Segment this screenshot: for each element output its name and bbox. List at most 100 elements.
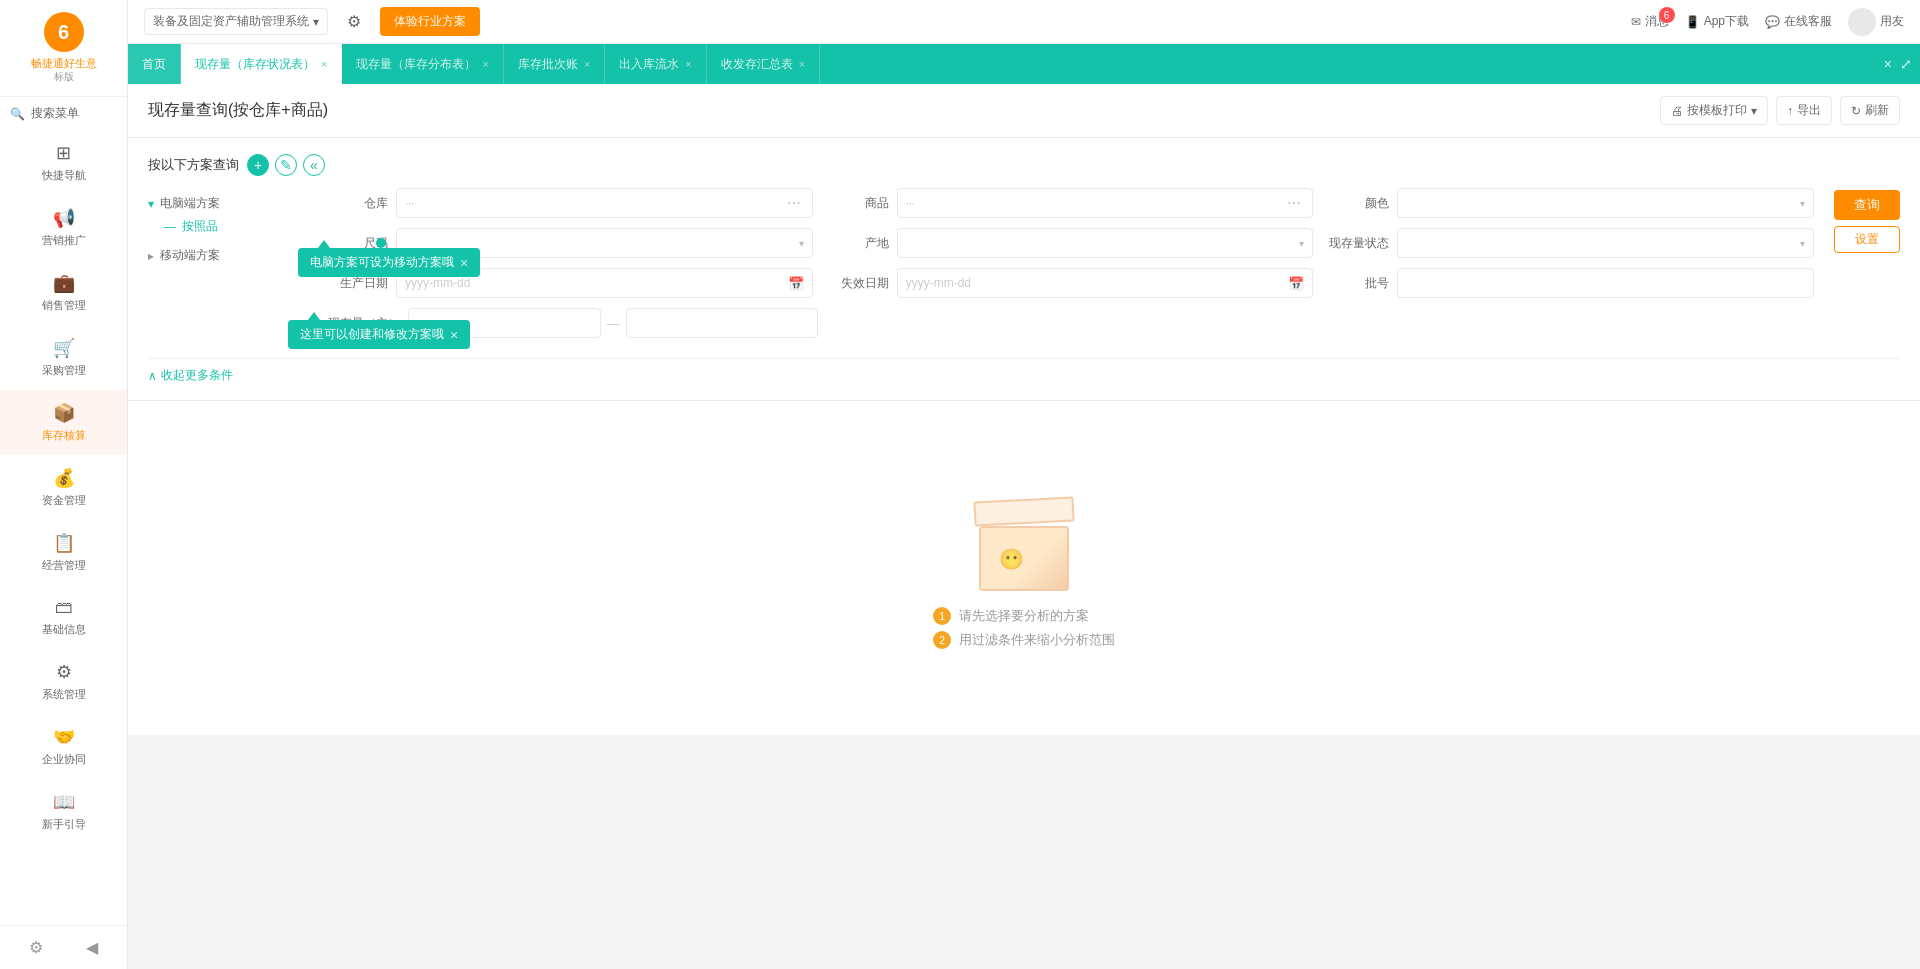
close-all-tabs-btn[interactable]: × <box>1884 56 1892 72</box>
search-btn[interactable]: 查询 <box>1834 190 1900 220</box>
system-selector[interactable]: 装备及固定资产辅助管理系统 ▾ <box>144 8 328 35</box>
sidebar-item-enterprise[interactable]: 🤝 企业协同 <box>0 714 127 779</box>
tab-batch-account[interactable]: 库存批次账 × <box>504 44 605 84</box>
stock-status-input[interactable]: ▾ <box>1397 228 1814 258</box>
collapse-bar: ∧ 收起更多条件 <box>148 358 1900 384</box>
tab-close-icon[interactable]: × <box>321 58 327 70</box>
sidebar-bottom: ⚙ ◀ <box>0 925 127 969</box>
fullscreen-btn[interactable]: ⤢ <box>1900 56 1912 72</box>
tab-close-icon[interactable]: × <box>685 58 691 70</box>
tab-close-icon[interactable]: × <box>799 58 805 70</box>
sidebar-item-basic[interactable]: 🗃 基础信息 <box>0 585 127 649</box>
industry-btn[interactable]: 体验行业方案 <box>380 7 480 36</box>
system-icon: ⚙ <box>56 661 72 683</box>
search-menu-btn[interactable]: 🔍 搜索菜单 <box>0 97 127 130</box>
main-content: 现存量查询(按仓库+商品) 🖨 按模板打印 ▾ ↑ 导出 ↻ 刷新 电脑方案可设… <box>128 84 1920 969</box>
collapse-label: 收起更多条件 <box>161 367 233 384</box>
collapse-icon: ∧ <box>148 369 157 383</box>
sidebar-nav: ⊞ 快捷导航 📢 营销推广 💼 销售管理 🛒 采购管理 📦 库存核算 💰 资金管… <box>0 130 127 925</box>
collapse-more-btn[interactable]: ∧ 收起更多条件 <box>148 367 1900 384</box>
sidebar-item-marketing[interactable]: 📢 营销推广 <box>0 195 127 260</box>
chevron-down-icon: ▾ <box>1800 198 1805 209</box>
filter-header: 按以下方案查询 + ✎ « <box>148 154 1900 176</box>
sidebar-item-purchase[interactable]: 🛒 采购管理 <box>0 325 127 390</box>
export-btn[interactable]: ↑ 导出 <box>1776 96 1832 125</box>
expire-date-input[interactable]: yyyy-mm-dd 📅 <box>897 268 1314 298</box>
sidebar-item-inventory[interactable]: 📦 库存核算 <box>0 390 127 455</box>
settings-btn[interactable]: ⚙ <box>29 938 43 957</box>
tab-inventory-status[interactable]: 现存量（库存状况表） × <box>181 44 342 84</box>
tooltip-add-text: 电脑方案可设为移动方案哦 <box>310 254 454 271</box>
warehouse-input[interactable]: ··· ⋯ <box>396 188 813 218</box>
sidebar-item-operation[interactable]: 📋 经营管理 <box>0 520 127 585</box>
sidebar-item-label: 基础信息 <box>42 622 86 637</box>
sidebar-item-label: 企业协同 <box>42 752 86 767</box>
warehouse-more-icon[interactable]: ⋯ <box>784 193 804 213</box>
chevron-right-icon: ▾ <box>148 197 154 211</box>
filter-row-color: 颜色 ▾ <box>1329 188 1814 218</box>
back-scheme-btn[interactable]: « <box>303 154 325 176</box>
tip-num-2: 2 <box>933 631 951 649</box>
sidebar-item-finance[interactable]: 💰 资金管理 <box>0 455 127 520</box>
app-download-btn[interactable]: 📱 App下载 <box>1685 13 1749 30</box>
user-avatar[interactable]: 用友 <box>1848 8 1904 36</box>
tab-home[interactable]: 首页 <box>128 44 181 84</box>
edit-scheme-btn[interactable]: ✎ <box>275 154 297 176</box>
tooltip-scheme-text: 这里可以创建和修改方案哦 <box>300 326 444 343</box>
marketing-icon: 📢 <box>53 207 75 229</box>
tab-close-icon[interactable]: × <box>584 58 590 70</box>
chevron-down-icon: ▾ <box>1800 238 1805 249</box>
collapse-sidebar-btn[interactable]: ◀ <box>86 938 98 957</box>
message-btn[interactable]: ✉ 消息 6 <box>1631 13 1669 30</box>
tab-io-flow[interactable]: 出入库流水 × <box>605 44 706 84</box>
scheme-mobile-group[interactable]: ▸ 移动端方案 <box>148 244 308 267</box>
goods-input[interactable]: ··· ⋯ <box>897 188 1314 218</box>
sidebar-item-sales[interactable]: 💼 销售管理 <box>0 260 127 325</box>
header: 装备及固定资产辅助管理系统 ▾ ⚙ 体验行业方案 ✉ 消息 6 📱 App下载 … <box>128 0 1920 44</box>
sidebar-item-label: 营销推广 <box>42 233 86 248</box>
tabs-right: × ⤢ <box>1876 44 1920 84</box>
add-scheme-btn[interactable]: + <box>247 154 269 176</box>
inventory-icon: 📦 <box>53 402 75 424</box>
scheme-pc-group[interactable]: ▾ 电脑端方案 <box>148 192 308 215</box>
tip-text-2: 用过滤条件来缩小分析范围 <box>959 631 1115 649</box>
calendar-icon[interactable]: 📅 <box>1288 276 1304 291</box>
tooltip-scheme-close[interactable]: × <box>450 327 458 343</box>
tip-num-1: 1 <box>933 607 951 625</box>
avatar <box>1848 8 1876 36</box>
refresh-icon: ↻ <box>1851 104 1861 118</box>
quantity-to-input[interactable] <box>626 308 819 338</box>
scheme-item-1[interactable]: — 按照品 <box>164 215 308 238</box>
tip-text-1: 请先选择要分析的方案 <box>959 607 1089 625</box>
tooltip-add-close[interactable]: × <box>460 255 468 271</box>
phone-icon: 📱 <box>1685 15 1700 29</box>
color-input[interactable]: ▾ <box>1397 188 1814 218</box>
print-btn[interactable]: 🖨 按模板打印 ▾ <box>1660 96 1768 125</box>
scheme-pc-label: 电脑端方案 <box>160 195 220 212</box>
filter-row-batch: 批号 <box>1329 268 1814 298</box>
sidebar-item-label: 系统管理 <box>42 687 86 702</box>
tab-close-icon[interactable]: × <box>482 58 488 70</box>
reset-btn[interactable]: 设置 <box>1834 226 1900 253</box>
sidebar-item-quick[interactable]: ⊞ 快捷导航 <box>0 130 127 195</box>
scheme-item-label: 按照品 <box>182 218 218 235</box>
quantity-to[interactable] <box>635 316 810 330</box>
tab-inventory-dist[interactable]: 现存量（库存分布表） × <box>342 44 503 84</box>
sidebar-item-guide[interactable]: 📖 新手引导 <box>0 779 127 844</box>
tab-receive-summary[interactable]: 收发存汇总表 × <box>707 44 820 84</box>
filter-label: 按以下方案查询 <box>148 156 239 174</box>
sidebar-item-system[interactable]: ⚙ 系统管理 <box>0 649 127 714</box>
origin-input[interactable]: ▾ <box>897 228 1314 258</box>
online-support-btn[interactable]: 💬 在线客服 <box>1765 13 1832 30</box>
gear-btn[interactable]: ⚙ <box>340 8 368 36</box>
refresh-btn[interactable]: ↻ 刷新 <box>1840 96 1900 125</box>
goods-more-icon[interactable]: ⋯ <box>1284 193 1304 213</box>
batch-input[interactable] <box>1397 268 1814 298</box>
enterprise-icon: 🤝 <box>53 726 75 748</box>
calendar-icon[interactable]: 📅 <box>788 276 804 291</box>
batch-text-input[interactable] <box>1406 276 1805 290</box>
logo-text: 畅捷通好生意 <box>31 56 97 70</box>
basic-icon: 🗃 <box>55 597 73 618</box>
logo-icon: 6 <box>44 12 84 52</box>
system-name: 装备及固定资产辅助管理系统 <box>153 13 309 30</box>
